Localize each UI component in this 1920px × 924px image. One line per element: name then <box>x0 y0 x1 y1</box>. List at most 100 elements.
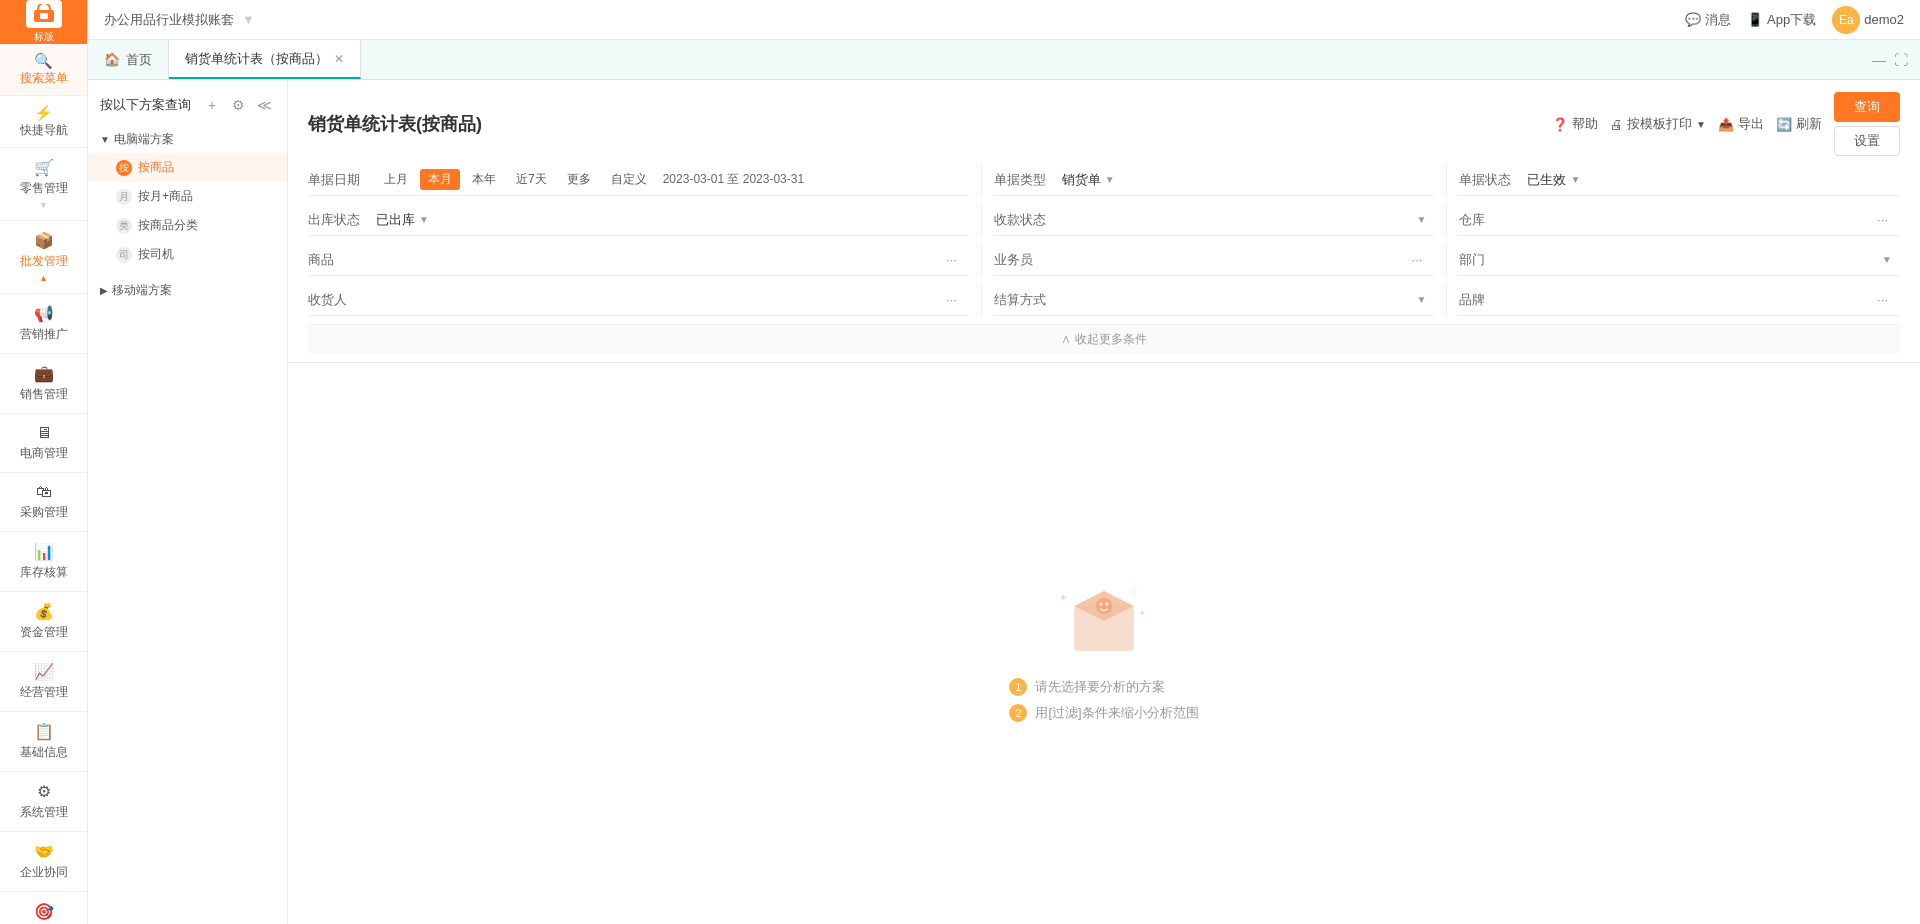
maximize-window-icon[interactable]: ⛶ <box>1894 52 1908 68</box>
search-menu[interactable]: 🔍 搜索菜单 <box>0 44 87 96</box>
page-title-bar: 销货单统计表(按商品) ❓ 帮助 🖨 按模板打印 ▼ 📤 导出 <box>288 80 1920 164</box>
filter-brand: 品牌 ··· <box>1459 284 1900 316</box>
sidebar-item-marketing[interactable]: 📢 营销推广 <box>0 294 87 354</box>
print-btn[interactable]: 🖨 按模板打印 ▼ <box>1610 115 1706 133</box>
scheme-by-month-product[interactable]: 月 按月+商品 <box>88 182 287 211</box>
user-menu[interactable]: Ea demo2 <box>1832 6 1904 34</box>
sidebar-item-enterprise[interactable]: 🤝 企业协同 <box>0 832 87 892</box>
mobile-schemes-section: ▶ 移动端方案 <box>88 273 287 308</box>
scheme-by-cashier-icon: 司 <box>116 247 132 263</box>
receiver-label: 收货人 <box>308 291 368 309</box>
divider4 <box>1446 204 1447 236</box>
sidebar-item-newbie[interactable]: 🎯 新手引导 <box>0 892 87 924</box>
date-tab-this-year[interactable]: 本年 <box>464 169 504 190</box>
date-tab-7days[interactable]: 近7天 <box>508 169 555 190</box>
tab-sales-stat[interactable]: 销货单统计表（按商品） ✕ <box>169 40 361 79</box>
sidebar-item-ecommerce[interactable]: 🖥 电商管理 <box>0 414 87 473</box>
warehouse-status-dropdown[interactable]: 已出库 ▼ <box>368 211 437 229</box>
doc-type-arrow: ▼ <box>1105 174 1115 185</box>
department-label: 部门 <box>1459 251 1519 269</box>
empty-text-2: 2 用[过滤]条件来缩小分析范围 <box>1009 704 1198 722</box>
scheme-by-cashier[interactable]: 司 按司机 <box>88 240 287 269</box>
date-tab-this-month[interactable]: 本月 <box>420 169 460 190</box>
sidebar-item-basic[interactable]: 📋 基础信息 <box>0 712 87 772</box>
tab-close-btn[interactable]: ✕ <box>334 52 344 66</box>
print-arrow: ▼ <box>1696 119 1706 130</box>
panel-header-actions: + ⚙ ≪ <box>201 94 275 116</box>
sidebar-item-sales[interactable]: 💼 销售管理 <box>0 354 87 414</box>
brand-dots[interactable]: ··· <box>1873 292 1892 307</box>
warehouse-value: ··· <box>1519 212 1900 227</box>
marketing-icon: 📢 <box>34 304 54 323</box>
tab-controls: — ⛶ <box>1860 40 1920 79</box>
avatar: Ea <box>1832 6 1860 34</box>
query-btn[interactable]: 查询 <box>1834 92 1900 122</box>
doc-status-dropdown[interactable]: 已生效 ▼ <box>1519 171 1588 189</box>
quick-nav[interactable]: ⚡ 快捷导航 <box>0 96 87 148</box>
minimize-window-icon[interactable]: — <box>1872 52 1886 68</box>
sidebar-item-system[interactable]: ⚙ 系统管理 <box>0 772 87 832</box>
operation-icon: 📈 <box>34 662 54 681</box>
date-tab-more[interactable]: 更多 <box>559 169 599 190</box>
app-download-btn[interactable]: 📱 App下载 <box>1747 11 1816 29</box>
date-tab-last-month[interactable]: 上月 <box>376 169 416 190</box>
collapse-bar[interactable]: ∧ 收起更多条件 <box>308 324 1900 354</box>
divider7 <box>981 284 982 316</box>
sidebar-item-finance[interactable]: 💰 资金管理 <box>0 592 87 652</box>
warehouse-status-label: 出库状态 <box>308 211 368 229</box>
department-arrow[interactable]: ▼ <box>1882 254 1892 265</box>
date-tab-custom[interactable]: 自定义 <box>603 169 655 190</box>
app-logo: 标版 <box>0 0 87 44</box>
industry-name: 办公用品行业模拟账套 <box>104 11 234 29</box>
sidebar-item-purchase[interactable]: 🛍 采购管理 <box>0 473 87 532</box>
doc-type-dropdown[interactable]: 销货单 ▼ <box>1054 171 1123 189</box>
message-btn[interactable]: 💬 消息 <box>1685 11 1731 29</box>
warehouse-dots[interactable]: ··· <box>1873 212 1892 227</box>
export-btn[interactable]: 📤 导出 <box>1718 115 1764 133</box>
pc-section-header[interactable]: ▼ 电脑端方案 <box>88 126 287 153</box>
refresh-btn[interactable]: 🔄 刷新 <box>1776 115 1822 133</box>
svg-point-6 <box>1106 602 1109 605</box>
product-dots[interactable]: ··· <box>942 252 961 267</box>
scheme-by-product-category[interactable]: 类 按商品分类 <box>88 211 287 240</box>
export-icon: 📤 <box>1718 117 1734 132</box>
main-area: 办公用品行业模拟账套 ▼ 💬 消息 📱 App下载 Ea demo2 🏠 首页 <box>88 0 1920 924</box>
divider2 <box>1446 164 1447 196</box>
tab-spacer <box>361 40 1860 79</box>
salesperson-label: 业务员 <box>994 251 1054 269</box>
sidebar-item-wholesale[interactable]: 📦 批发管理 ▲ <box>0 221 87 294</box>
sidebar-item-retail[interactable]: 🛒 零售管理 ▼ <box>0 148 87 221</box>
salesperson-dots[interactable]: ··· <box>1408 252 1427 267</box>
header-right: 💬 消息 📱 App下载 Ea demo2 <box>1685 6 1904 34</box>
add-scheme-btn[interactable]: + <box>201 94 223 116</box>
filter-product: 商品 ··· <box>308 244 969 276</box>
page-actions: ❓ 帮助 🖨 按模板打印 ▼ 📤 导出 🔄 刷新 <box>1552 92 1900 156</box>
scheme-by-product[interactable]: 按 按商品 <box>88 153 287 182</box>
tab-bar: 🏠 首页 销货单统计表（按商品） ✕ — ⛶ <box>88 40 1920 80</box>
left-panel: 按以下方案查询 + ⚙ ≪ ▼ 电脑端方案 按 按商品 月 按月 <box>88 80 288 924</box>
svg-text:✦: ✦ <box>1059 592 1067 603</box>
help-btn[interactable]: ❓ 帮助 <box>1552 115 1598 133</box>
filter-row-4: 收货人 ··· 结算方式 ▼ <box>308 284 1900 316</box>
product-value: ··· <box>368 252 969 267</box>
collapse-panel-btn[interactable]: ≪ <box>253 94 275 116</box>
sidebar-item-inventory[interactable]: 📊 库存核算 <box>0 532 87 592</box>
receiver-value: ··· <box>368 292 969 307</box>
divider3 <box>981 204 982 236</box>
svg-rect-1 <box>40 13 48 19</box>
sidebar-item-operation[interactable]: 📈 经营管理 <box>0 652 87 712</box>
warehouse-label: 仓库 <box>1459 211 1519 229</box>
receiver-dots[interactable]: ··· <box>942 292 961 307</box>
tab-home[interactable]: 🏠 首页 <box>88 40 169 79</box>
payment-status-arrow[interactable]: ▼ <box>1417 214 1427 225</box>
empty-text: 1 请先选择要分析的方案 2 用[过滤]条件来缩小分析范围 <box>1009 678 1198 722</box>
date-label: 单据日期 <box>308 171 368 189</box>
query-setting-btns: 查询 设置 <box>1834 92 1900 156</box>
setting-btn[interactable]: 设置 <box>1834 126 1900 156</box>
warehouse-status-arrow: ▼ <box>419 214 429 225</box>
logo-icon <box>26 0 62 28</box>
payment-method-arrow[interactable]: ▼ <box>1417 294 1427 305</box>
scheme-by-month-product-icon: 月 <box>116 189 132 205</box>
mobile-section-header[interactable]: ▶ 移动端方案 <box>88 277 287 304</box>
settings-scheme-btn[interactable]: ⚙ <box>227 94 249 116</box>
